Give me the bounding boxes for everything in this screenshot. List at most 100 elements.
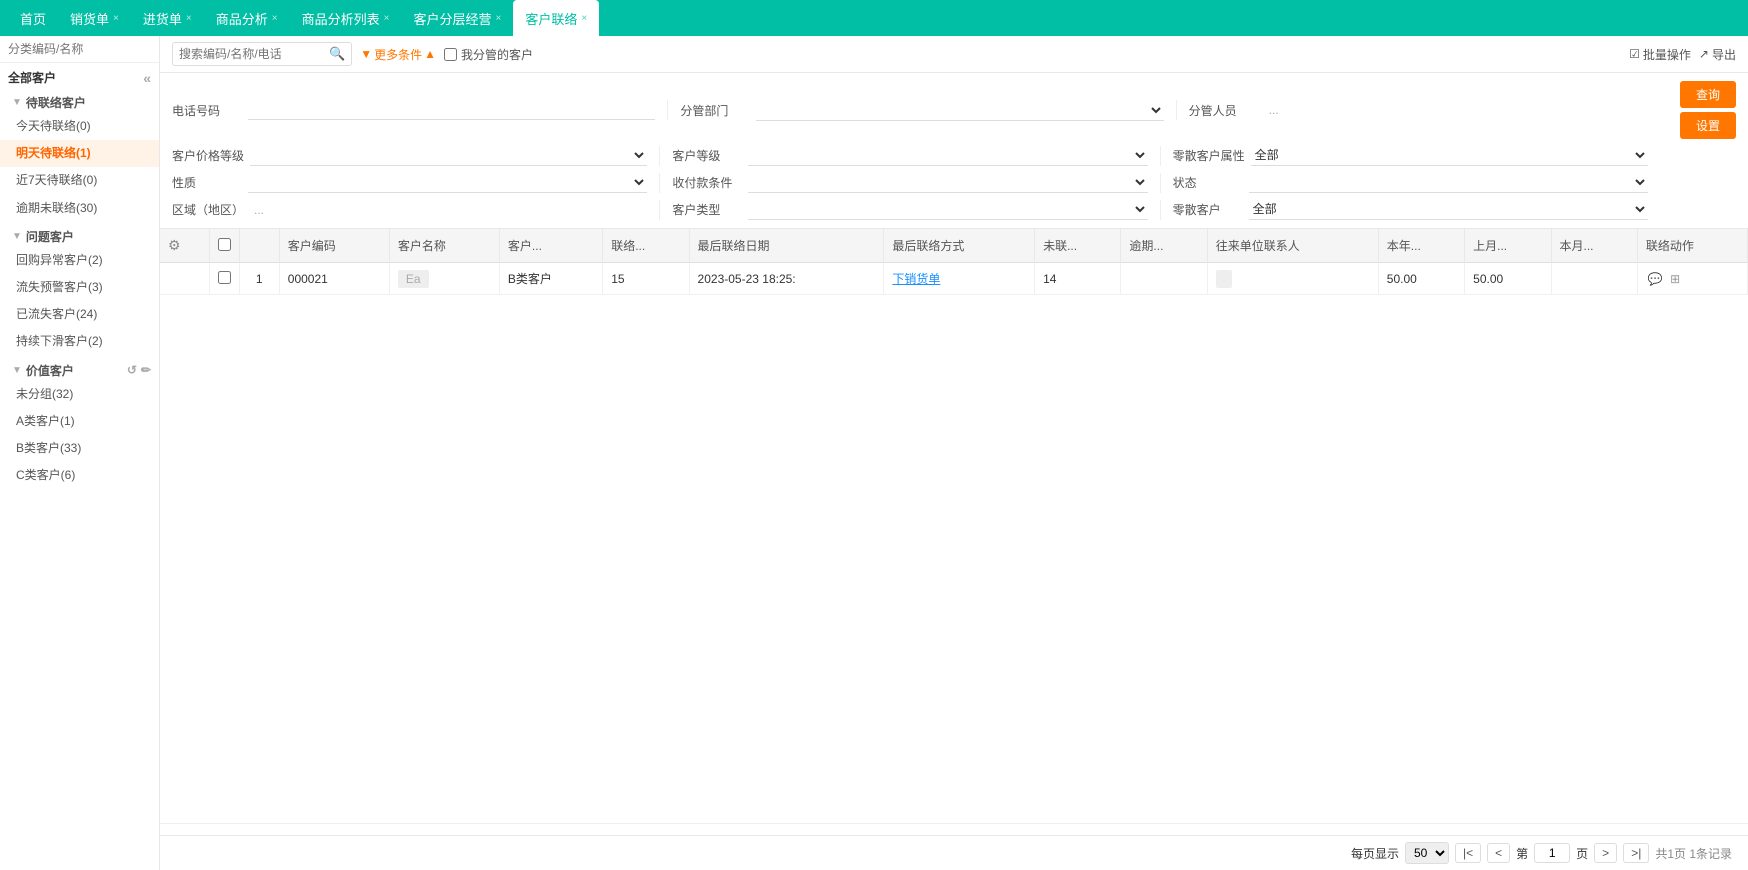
col-code[interactable]: 客户编码 — [279, 229, 389, 263]
nav-product-analysis[interactable]: 商品分析 × — [204, 0, 290, 36]
filter-price-tier-select[interactable] — [250, 145, 647, 166]
col-name[interactable]: 客户名称 — [389, 229, 499, 263]
sidebar-overdue-pending[interactable]: 逾期未联络(30) — [0, 195, 159, 222]
sidebar-churned[interactable]: 已流失客户(24) — [0, 301, 159, 328]
sidebar-repurchase-abnormal[interactable]: 回购异常客户(2) — [0, 247, 159, 274]
col-contact-count[interactable]: 联络... — [603, 229, 689, 263]
col-overdue[interactable]: 逾期... — [1121, 229, 1207, 263]
col-last-contact-method[interactable]: 最后联络方式 — [884, 229, 1035, 263]
nav-sales[interactable]: 销货单 × — [58, 0, 131, 36]
sidebar-b-class[interactable]: B类客户(33) — [0, 435, 159, 462]
nav-purchase[interactable]: 进货单 × — [131, 0, 204, 36]
first-page-button[interactable]: |< — [1455, 843, 1481, 863]
row-contacts-person-cell — [1207, 263, 1378, 295]
row-last-method-link[interactable]: 下销货单 — [892, 272, 940, 286]
export-button[interactable]: ↗ 导出 — [1699, 46, 1736, 63]
filter-retail-customer-select[interactable]: 全部 — [1249, 199, 1648, 220]
nav-sales-close[interactable]: × — [113, 13, 119, 24]
filter-nature-select[interactable] — [248, 172, 647, 193]
top-navigation: 首页 销货单 × 进货单 × 商品分析 × 商品分析列表 × 客户分层经营 × … — [0, 0, 1748, 36]
my-customers-label: 我分管的客户 — [461, 46, 533, 63]
nav-product-analysis-close[interactable]: × — [272, 13, 278, 24]
row-this-year-cell: 50.00 — [1378, 263, 1464, 295]
filter-customer-tier: 客户等级 — [672, 145, 1147, 166]
batch-operation-button[interactable]: ☑ 批量操作 — [1629, 46, 1691, 63]
all-customers-section[interactable]: 全部客户 « — [0, 63, 159, 88]
sidebar-churn-warning[interactable]: 流失预警客户(3) — [0, 274, 159, 301]
triangle-icon-3: ▼ — [12, 365, 22, 376]
col-no-contact-days[interactable]: 未联... — [1035, 229, 1121, 263]
filter-divider-7 — [659, 200, 660, 220]
search-box: 🔍 — [172, 42, 352, 66]
my-customers-check[interactable] — [444, 48, 457, 61]
nav-product-analysis-list[interactable]: 商品分析列表 × — [290, 0, 402, 36]
col-this-year[interactable]: 本年... — [1378, 229, 1464, 263]
select-all-checkbox[interactable] — [218, 238, 231, 251]
checkbox-icon: ☑ — [1629, 47, 1640, 61]
nav-product-analysis-list-close[interactable]: × — [384, 13, 390, 24]
more-filter-button[interactable]: ▼ 更多条件 ▲ — [360, 46, 436, 63]
row-checkbox-cell[interactable] — [209, 263, 239, 295]
filter-customer-type-select[interactable] — [748, 199, 1147, 220]
col-contacts-person[interactable]: 往来单位联系人 — [1207, 229, 1378, 263]
settings-button[interactable]: 设置 — [1680, 112, 1736, 139]
row-this-month-cell — [1551, 263, 1637, 295]
next-page-button[interactable]: > — [1594, 843, 1617, 863]
filter-retail-attr-label: 零散客户属性 — [1173, 147, 1245, 164]
table-row: 1 000021 Ea B类客户 15 2023-05-23 18:25: 下销… — [160, 263, 1748, 295]
sidebar-search-input[interactable] — [8, 42, 160, 56]
filter-customer-tier-select[interactable] — [748, 145, 1147, 166]
last-page-button[interactable]: >| — [1623, 843, 1649, 863]
action-comment-icon[interactable]: 💬 — [1648, 272, 1663, 286]
col-last-contact-date[interactable]: 最后联络日期 — [689, 229, 884, 263]
search-input[interactable] — [179, 47, 329, 61]
sidebar-a-class[interactable]: A类客户(1) — [0, 408, 159, 435]
filter-phone-input[interactable] — [248, 101, 655, 120]
row-checkbox[interactable] — [218, 271, 231, 284]
row-name-cell: Ea — [389, 263, 499, 295]
my-customers-checkbox[interactable]: 我分管的客户 — [444, 46, 533, 63]
per-page-select[interactable]: 50 — [1405, 842, 1449, 864]
row-no-contact-cell: 14 — [1035, 263, 1121, 295]
filter-nature: 性质 — [172, 172, 647, 193]
sidebar-today-pending[interactable]: 今天待联络(0) — [0, 113, 159, 140]
filter-phone: 电话号码 — [172, 101, 655, 120]
value-customer-group: ▼ 价值客户 ↺ ✏ — [0, 356, 159, 381]
filter-manager-dots: ... — [1269, 103, 1279, 117]
nav-purchase-close[interactable]: × — [186, 13, 192, 24]
query-button[interactable]: 查询 — [1680, 81, 1736, 108]
sidebar-declining[interactable]: 持续下滑客户(2) — [0, 328, 159, 355]
sidebar-ungrouped[interactable]: 未分组(32) — [0, 381, 159, 408]
filter-payment-select[interactable] — [748, 172, 1147, 193]
sidebar-c-class[interactable]: C类客户(6) — [0, 462, 159, 489]
nav-customer-contact[interactable]: 客户联络 × — [513, 0, 599, 36]
page-number-input[interactable] — [1534, 843, 1570, 863]
nav-customer-tier-close[interactable]: × — [495, 13, 501, 24]
row-contact-count-cell: 15 — [603, 263, 689, 295]
filter-status-select[interactable] — [1249, 172, 1648, 193]
filter-retail-attr-select[interactable]: 全部 — [1251, 145, 1648, 166]
row-last-method-cell[interactable]: 下销货单 — [884, 263, 1035, 295]
prev-page-button[interactable]: < — [1487, 843, 1510, 863]
filter-nature-label: 性质 — [172, 174, 242, 191]
sidebar-7days-pending[interactable]: 近7天待联络(0) — [0, 167, 159, 194]
search-icon[interactable]: 🔍 — [329, 46, 345, 62]
filter-dept: 分管部门 — [680, 100, 1163, 121]
sidebar-tomorrow-pending[interactable]: 明天待联络(1) — [0, 140, 159, 167]
filter-payment: 收付款条件 — [672, 172, 1147, 193]
refresh-icon[interactable]: ↺ — [127, 363, 137, 377]
col-last-month[interactable]: 上月... — [1465, 229, 1551, 263]
collapse-icon[interactable]: « — [143, 70, 151, 86]
col-settings[interactable]: ⚙ — [160, 229, 209, 263]
filter-dept-select[interactable] — [756, 100, 1163, 121]
nav-home[interactable]: 首页 — [8, 0, 58, 36]
col-this-month[interactable]: 本月... — [1551, 229, 1637, 263]
edit-icon[interactable]: ✏ — [141, 363, 151, 377]
per-page-label: 每页显示 — [1351, 845, 1399, 862]
nav-customer-contact-close[interactable]: × — [581, 13, 587, 24]
nav-customer-tier[interactable]: 客户分层经营 × — [401, 0, 513, 36]
action-more-icon[interactable]: ⊞ — [1670, 272, 1680, 286]
col-type[interactable]: 客户... — [499, 229, 602, 263]
col-checkbox[interactable] — [209, 229, 239, 263]
horizontal-scrollbar[interactable] — [160, 823, 1748, 835]
